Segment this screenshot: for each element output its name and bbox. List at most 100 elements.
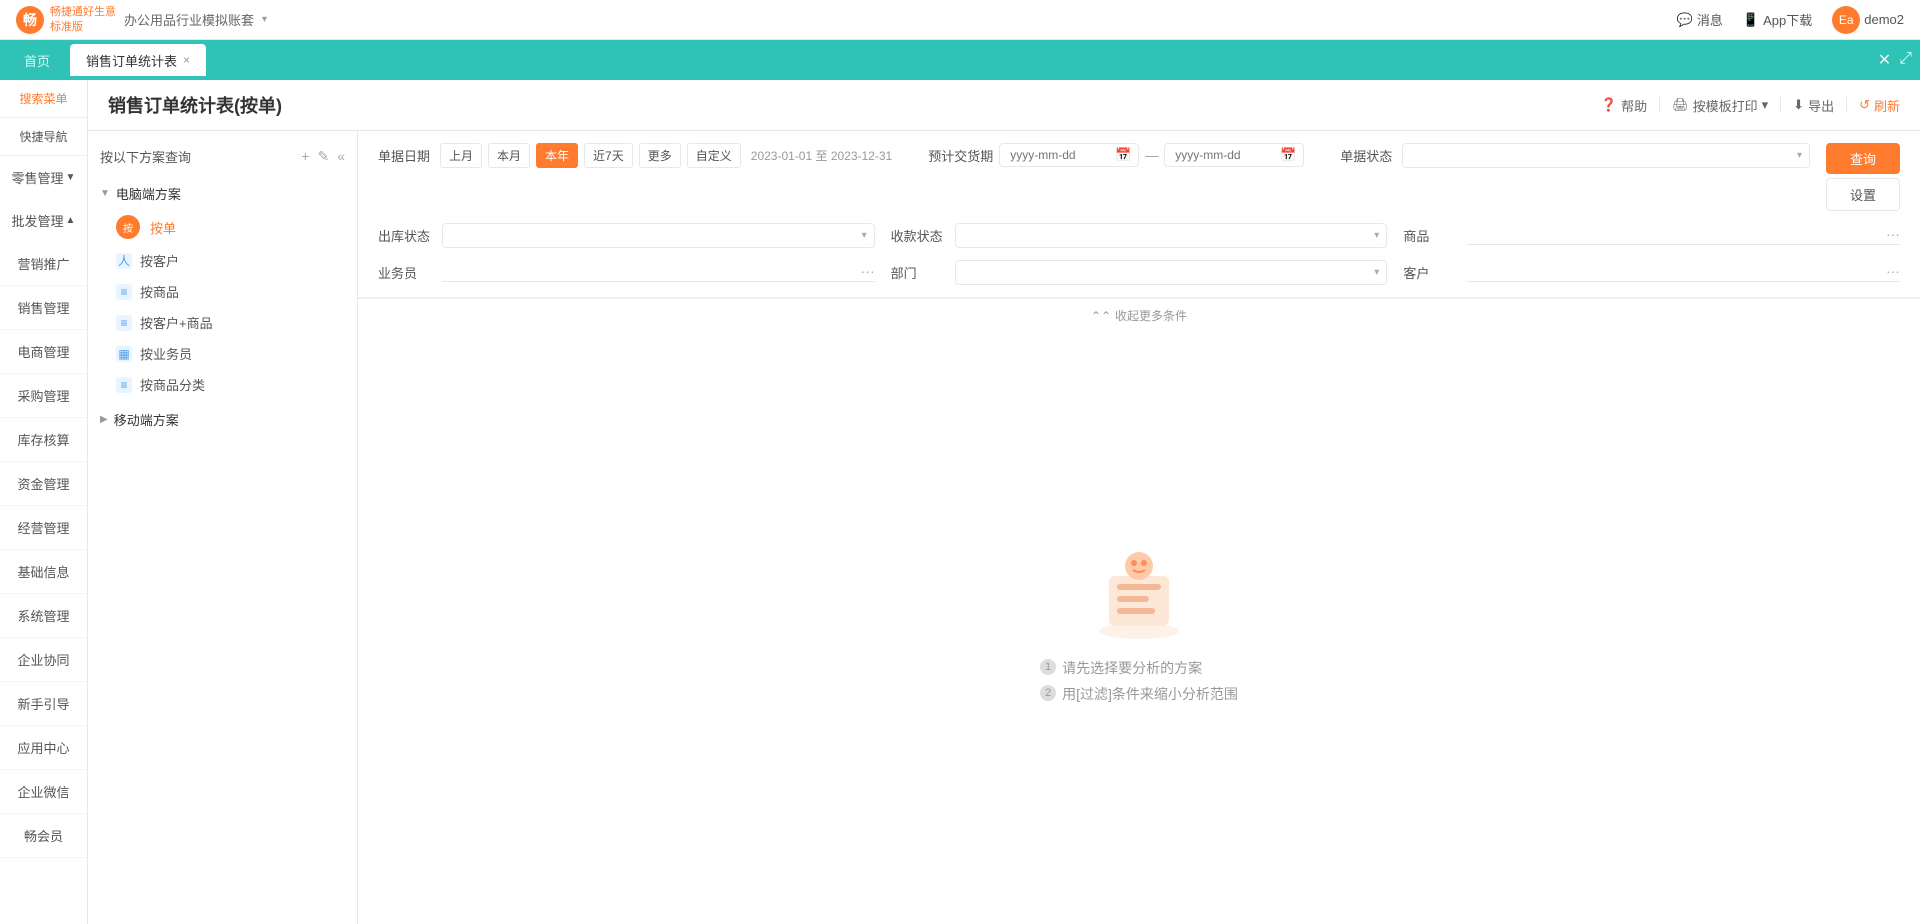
avatar: Ea [1832,6,1860,34]
date-more-btn[interactable]: 更多 [639,143,681,168]
delivery-start-calendar-icon: 📅 [1115,147,1131,163]
left-panel: 按以下方案查询 + ✎ « ▼ 电脑端方案 按 [88,131,358,924]
tab-home[interactable]: 首页 [8,44,66,76]
sidebar-item-finance[interactable]: 资金管理 [0,462,87,506]
sidebar-item-search[interactable]: 搜索菜单 [0,80,87,118]
sidebar-item-sales[interactable]: 销售管理 [0,286,87,330]
sidebar-item-enterprise-wechat[interactable]: 企业微信 [0,770,87,814]
top-bar-left: 畅 畅捷通好生意 标准版 办公用品行业模拟账套 ▾ [16,5,267,34]
scheme-item-by-customer-product[interactable]: ≡ 按客户+商品 [88,307,357,338]
main-layout: 搜索菜单 快捷导航 零售管理 ▼ 批发管理 ▲ 营销推广 销售管理 电商管理 采… [0,80,1920,924]
tab-bar-actions: ✕ ⤢ [1878,50,1912,70]
sidebar-item-app-center[interactable]: 应用中心 [0,726,87,770]
scheme-item-by-salesperson[interactable]: ▦ 按业务员 [88,338,357,369]
sidebar-item-operations[interactable]: 经营管理 [0,506,87,550]
left-panel-tools: + ✎ « [301,148,345,165]
left-panel-title: 按以下方案查询 [100,147,191,166]
date-last-month-btn[interactable]: 上月 [440,143,482,168]
tab-close-icon[interactable]: × [183,53,190,67]
scheme-item-by-product-category[interactable]: ≡ 按商品分类 [88,369,357,400]
divider-2 [1780,97,1781,113]
customer-more-icon[interactable]: ··· [1886,263,1900,279]
collapse-panel-button[interactable]: « [337,148,345,165]
doc-status-select[interactable] [1402,143,1810,168]
customer-cell: 客户 ··· [1403,260,1900,285]
date-custom-btn[interactable]: 自定义 [687,143,741,168]
payment-status-select[interactable] [955,223,1388,248]
user-menu[interactable]: Ea demo2 [1832,6,1904,34]
sidebar-item-basic-info[interactable]: 基础信息 [0,550,87,594]
tab-bar: 首页 销售订单统计表 × ✕ ⤢ [0,40,1920,80]
sidebar-item-ecommerce[interactable]: 电商管理 [0,330,87,374]
window-close-icon[interactable]: ✕ [1878,50,1891,70]
breadcrumb[interactable]: 办公用品行业模拟账套 ▾ [124,10,267,29]
salesperson-cell: 业务员 ··· [378,260,875,285]
sidebar-item-marketing[interactable]: 营销推广 [0,242,87,286]
scheme-item-by-order[interactable]: 按 按单 [88,209,357,245]
sidebar-item-wholesale[interactable]: 批发管理 ▲ [0,199,87,242]
date-this-year-btn[interactable]: 本年 [536,143,578,168]
sidebar-item-quick-nav[interactable]: 快捷导航 [0,118,87,156]
divider-1 [1659,97,1660,113]
help-button[interactable]: ❓ 帮助 [1601,96,1647,115]
salesperson-label: 业务员 [378,263,434,282]
logo-area: 畅 畅捷通好生意 标准版 [16,5,116,34]
delivery-status-label: 出库状态 [378,226,434,245]
date-filter-label: 单据日期 [378,146,434,165]
query-btn-area: 查询 设置 [1826,143,1900,211]
export-button[interactable]: ⬇ 导出 [1793,96,1834,115]
collapse-label: 收起更多条件 [1115,307,1187,324]
sidebar-item-inventory[interactable]: 库存核算 [0,418,87,462]
collapse-up-icon: ⌃⌃ [1091,309,1111,323]
sidebar-item-system[interactable]: 系统管理 [0,594,87,638]
salesperson-more-icon[interactable]: ··· [861,263,875,279]
customer-input-area: ··· [1467,263,1900,282]
window-maximize-icon[interactable]: ⤢ [1899,50,1912,70]
sidebar-item-purchase[interactable]: 采购管理 [0,374,87,418]
by-product-category-icon: ≡ [116,377,132,393]
sidebar-item-member[interactable]: 畅会员 [0,814,87,858]
mobile-group-header[interactable]: ▶ 移动端方案 [88,404,357,435]
date-range-display: 2023-01-01 至 2023-12-31 [751,147,892,164]
scheme-item-by-customer[interactable]: 人 按客户 [88,245,357,276]
department-select[interactable] [955,260,1388,285]
add-scheme-button[interactable]: + [301,148,309,165]
wholesale-arrow-icon: ▲ [66,215,76,226]
filter-section: 单据日期 上月 本月 本年 近7天 更多 自定义 2023-01-01 至 20… [358,131,1920,298]
settings-button[interactable]: 设置 [1826,178,1900,211]
breadcrumb-arrow-icon: ▾ [262,14,267,25]
divider-3 [1846,97,1847,113]
doc-status-label: 单据状态 [1340,146,1396,165]
delivery-status-select[interactable] [442,223,875,248]
top-bar: 畅 畅捷通好生意 标准版 办公用品行业模拟账套 ▾ 💬 消息 📱 App下载 E… [0,0,1920,40]
print-button[interactable]: 🖨 按模板打印 ▾ [1672,96,1768,115]
content-area: 销售订单统计表(按单) ❓ 帮助 🖨 按模板打印 ▾ ⬇ 导出 [88,80,1920,924]
mobile-group-arrow-icon: ▶ [100,414,108,425]
payment-status-label: 收款状态 [891,226,947,245]
scheme-item-by-product[interactable]: ≡ 按商品 [88,276,357,307]
payment-status-cell: 收款状态 ▾ [891,223,1388,248]
date-filter-group: 单据日期 上月 本月 本年 近7天 更多 自定义 2023-01-01 至 20… [378,143,892,168]
query-button[interactable]: 查询 [1826,143,1900,174]
refresh-button[interactable]: ↺ 刷新 [1859,96,1900,115]
salesperson-input-area: ··· [442,263,875,282]
app-download-button[interactable]: 📱 App下载 [1743,10,1812,29]
edit-scheme-button[interactable]: ✎ [317,148,329,165]
delivery-end-wrap: 📅 [1164,143,1304,167]
goods-cell: 商品 ··· [1403,223,1900,248]
collapse-bar[interactable]: ⌃⌃ 收起更多条件 [358,298,1920,332]
date-this-month-btn[interactable]: 本月 [488,143,530,168]
tab-sales-order-stats[interactable]: 销售订单统计表 × [70,44,206,76]
sidebar-item-new-guide[interactable]: 新手引导 [0,682,87,726]
sidebar-item-enterprise-collab[interactable]: 企业协同 [0,638,87,682]
pc-group-header[interactable]: ▼ 电脑端方案 [88,178,357,209]
delivery-end-calendar-icon: 📅 [1280,147,1296,163]
sidebar-item-retail[interactable]: 零售管理 ▼ [0,156,87,199]
goods-label: 商品 [1403,226,1459,245]
goods-more-icon[interactable]: ··· [1886,226,1900,242]
message-button[interactable]: 💬 消息 [1677,10,1723,29]
retail-arrow-icon: ▼ [66,172,76,183]
page-header: 销售订单统计表(按单) ❓ 帮助 🖨 按模板打印 ▾ ⬇ 导出 [88,80,1920,131]
date-last7-btn[interactable]: 近7天 [584,143,633,168]
page-title: 销售订单统计表(按单) [108,92,282,118]
